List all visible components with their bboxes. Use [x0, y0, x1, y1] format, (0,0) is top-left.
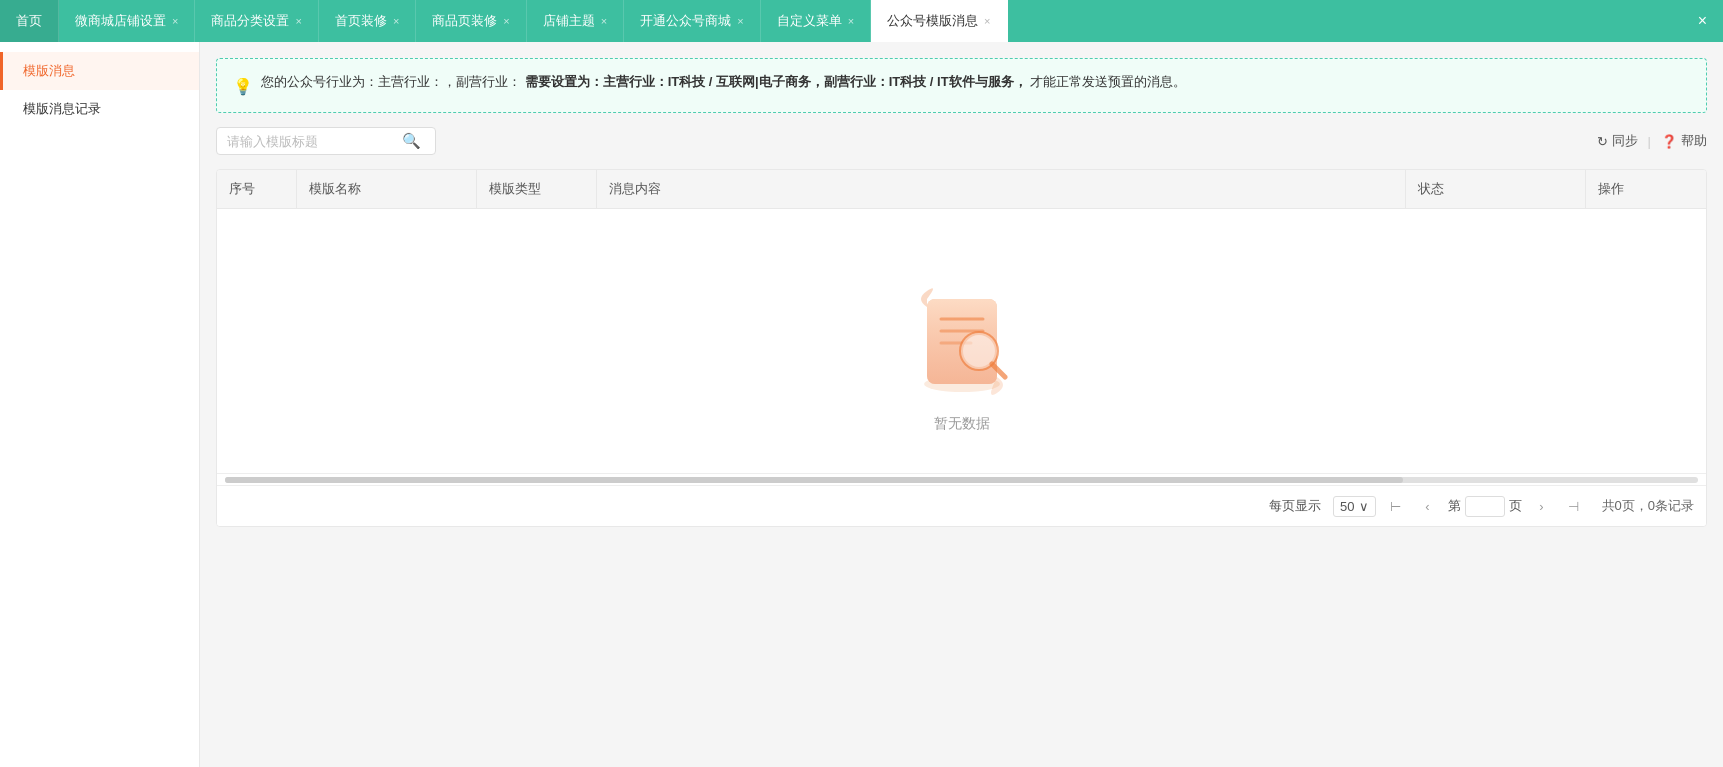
search-icon[interactable]: 🔍 [402, 132, 421, 150]
nav-item-close[interactable]: × [295, 15, 301, 27]
sidebar-item[interactable]: 模版消息 [0, 52, 199, 90]
page-size-chevron: ∨ [1359, 499, 1369, 514]
nav-item-close[interactable]: × [601, 15, 607, 27]
help-icon: ❓ [1661, 134, 1677, 149]
empty-state: 暂无数据 [217, 209, 1706, 473]
nav-item-label: 商品分类设置 [211, 12, 289, 30]
th-name: 模版名称 [297, 170, 477, 208]
pagination: 每页显示 50 ∨ ⊢ ‹ 第 1 页 › ⊣ 共0页，0条记录 [217, 485, 1706, 526]
window-close-button[interactable]: × [1682, 0, 1723, 42]
content-area: 💡 您的公众号行业为：主营行业：，副营行业： 需要设置为：主营行业：IT科技 /… [200, 42, 1723, 767]
top-nav: 首页微商城店铺设置×商品分类设置×首页装修×商品页装修×店铺主题×开通公众号商城… [0, 0, 1723, 42]
sync-label: 同步 [1612, 132, 1638, 150]
page-size-select[interactable]: 50 ∨ [1333, 496, 1375, 517]
nav-item[interactable]: 自定义菜单 × [761, 0, 871, 42]
page-input-wrap: 第 1 页 [1448, 496, 1522, 517]
nav-item-close[interactable]: × [848, 15, 854, 27]
th-status: 状态 [1406, 170, 1586, 208]
scrollbar-thumb[interactable] [225, 477, 1403, 483]
prev-page-button[interactable]: ‹ [1416, 494, 1440, 518]
nav-item[interactable]: 公众号模版消息 × [871, 0, 1007, 42]
nav-item-close[interactable]: × [393, 15, 399, 27]
table-wrap: 序号 模版名称 模版类型 消息内容 状态 操作 [216, 169, 1707, 527]
sync-button[interactable]: ↻ 同步 [1597, 132, 1638, 150]
first-page-button[interactable]: ⊢ [1384, 494, 1408, 518]
nav-item-label: 微商城店铺设置 [75, 12, 166, 30]
nav-item[interactable]: 商品分类设置 × [195, 0, 318, 42]
sync-icon: ↻ [1597, 134, 1608, 149]
nav-item[interactable]: 首页 [0, 0, 59, 42]
nav-item-close[interactable]: × [737, 15, 743, 27]
notice-bold: 需要设置为：主营行业：IT科技 / 互联网|电子商务，副营行业：IT科技 / I… [525, 74, 1027, 89]
notice-icon: 💡 [233, 73, 253, 100]
help-button[interactable]: ❓ 帮助 [1661, 132, 1707, 150]
th-action: 操作 [1586, 170, 1706, 208]
nav-item-close[interactable]: × [172, 15, 178, 27]
page-number-input[interactable]: 1 [1465, 496, 1505, 517]
empty-illustration [897, 269, 1027, 399]
table-header: 序号 模版名称 模版类型 消息内容 状态 操作 [217, 170, 1706, 209]
page-input-suffix: 页 [1509, 497, 1522, 515]
search-input-wrap[interactable]: 🔍 [216, 127, 436, 155]
nav-item-label: 开通公众号商城 [640, 12, 731, 30]
nav-item-label: 商品页装修 [432, 12, 497, 30]
main-layout: 模版消息模版消息记录 💡 您的公众号行业为：主营行业：，副营行业： 需要设置为：… [0, 42, 1723, 767]
scrollbar-track[interactable] [225, 477, 1698, 483]
nav-item[interactable]: 首页装修 × [319, 0, 416, 42]
th-type: 模版类型 [477, 170, 597, 208]
page-size-label: 每页显示 [1269, 497, 1321, 515]
notice-suffix: 才能正常发送预置的消息。 [1030, 74, 1186, 89]
nav-item-label: 首页 [16, 12, 42, 30]
nav-item-label: 自定义菜单 [777, 12, 842, 30]
help-label: 帮助 [1681, 132, 1707, 150]
total-info: 共0页，0条记录 [1602, 497, 1694, 515]
search-actions: ↻ 同步 | ❓ 帮助 [1597, 132, 1707, 150]
th-index: 序号 [217, 170, 297, 208]
action-divider: | [1648, 134, 1651, 149]
scrollbar-row[interactable] [217, 473, 1706, 485]
search-bar: 🔍 ↻ 同步 | ❓ 帮助 [216, 127, 1707, 155]
next-page-button[interactable]: › [1530, 494, 1554, 518]
search-input[interactable] [227, 134, 402, 149]
nav-item[interactable]: 商品页装修 × [416, 0, 526, 42]
nav-item[interactable]: 微商城店铺设置 × [59, 0, 195, 42]
page-size-value: 50 [1340, 499, 1354, 514]
nav-item-label: 首页装修 [335, 12, 387, 30]
nav-item-close[interactable]: × [503, 15, 509, 27]
notice-box: 💡 您的公众号行业为：主营行业：，副营行业： 需要设置为：主营行业：IT科技 /… [216, 58, 1707, 113]
nav-item-label: 公众号模版消息 [887, 12, 978, 30]
sidebar-item[interactable]: 模版消息记录 [0, 90, 199, 128]
nav-item-close[interactable]: × [984, 15, 990, 27]
nav-item-label: 店铺主题 [543, 12, 595, 30]
nav-item[interactable]: 开通公众号商城 × [624, 0, 760, 42]
nav-item[interactable]: 店铺主题 × [527, 0, 624, 42]
notice-text: 您的公众号行业为：主营行业：，副营行业： 需要设置为：主营行业：IT科技 / 互… [261, 71, 1186, 93]
page-input-prefix: 第 [1448, 497, 1461, 515]
sidebar: 模版消息模版消息记录 [0, 42, 200, 767]
th-content: 消息内容 [597, 170, 1406, 208]
notice-prefix: 您的公众号行业为：主营行业：，副营行业： [261, 74, 521, 89]
last-page-button[interactable]: ⊣ [1562, 494, 1586, 518]
empty-text: 暂无数据 [934, 415, 990, 433]
